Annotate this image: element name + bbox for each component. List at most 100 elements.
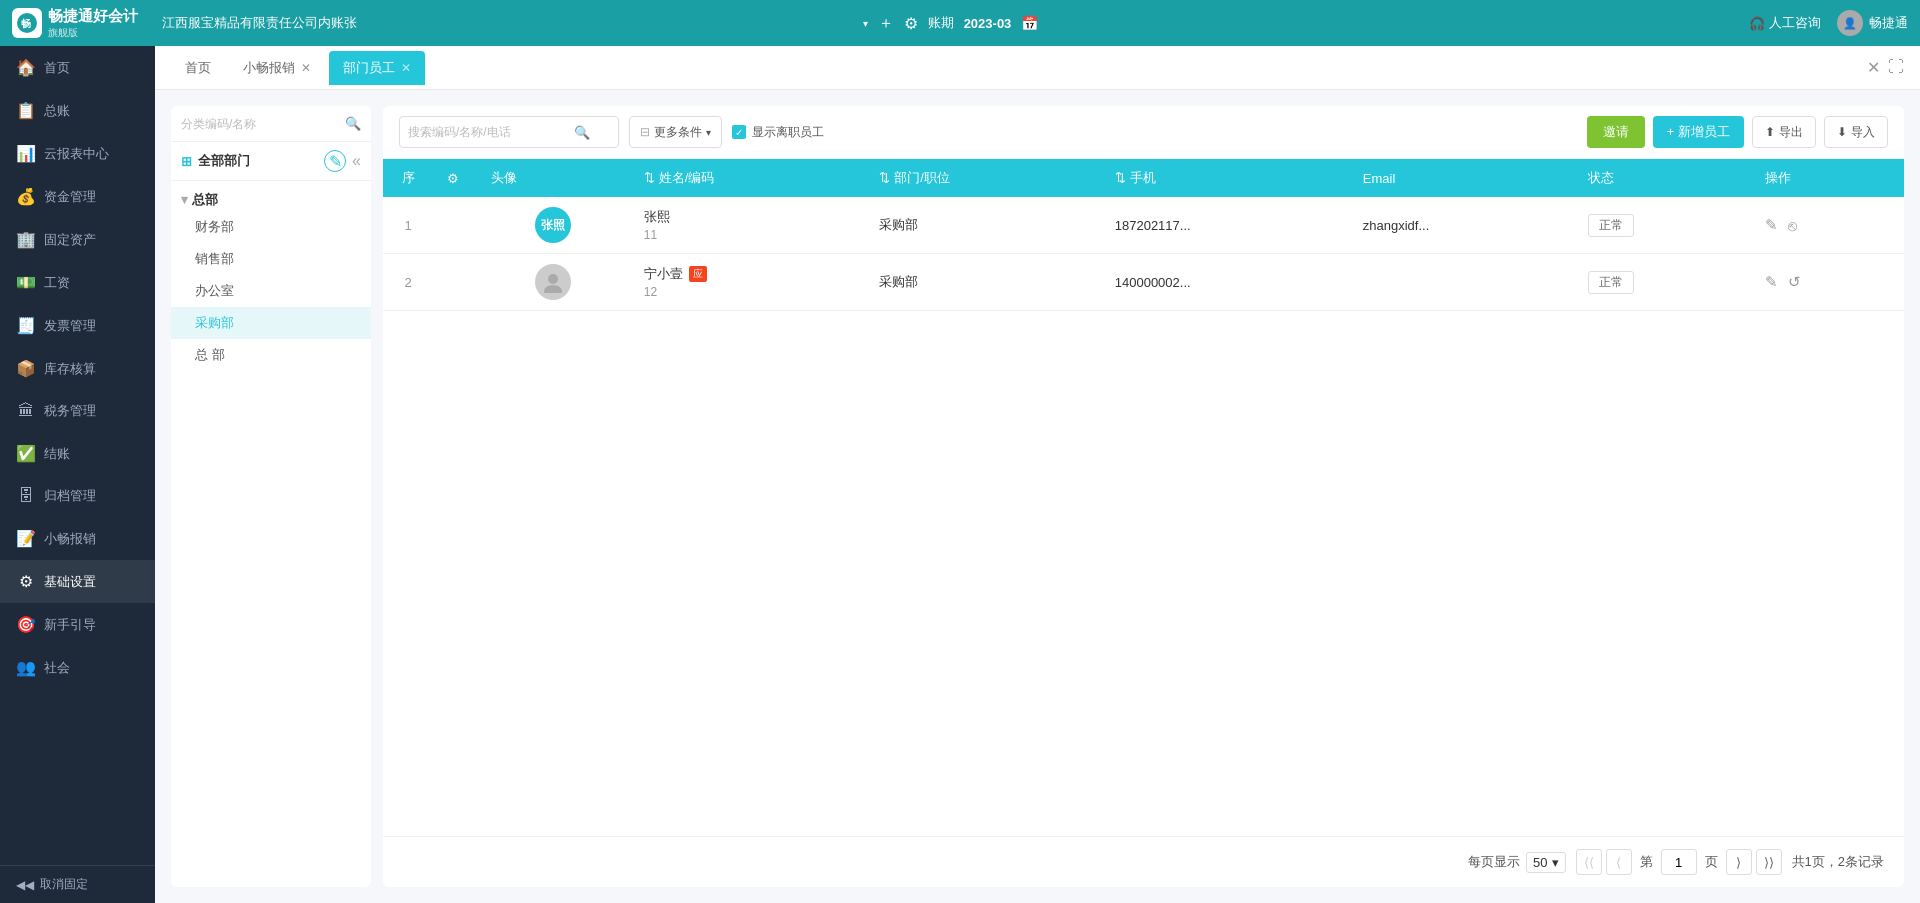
dept-item-sales[interactable]: 销售部 [171,243,371,275]
add-icon[interactable]: ＋ [878,13,894,34]
sidebar-item-label: 库存核算 [44,360,96,378]
tab-expense-close-icon[interactable]: ✕ [301,61,311,75]
company-dropdown-icon[interactable]: ▾ [863,18,868,29]
last-page-button[interactable]: ⟩⟩ [1756,849,1782,875]
dept-edit-icon[interactable]: ✎ [324,150,346,172]
sort-icon: ⇅ [1115,170,1126,185]
archive-icon: 🗄 [16,487,36,505]
dept-item-finance[interactable]: 财务部 [171,211,371,243]
sidebar-item-close-account[interactable]: ✅ 结账 [0,432,155,475]
sidebar-item-salary[interactable]: 💵 工资 [0,261,155,304]
dept-search-icon[interactable]: 🔍 [345,116,361,131]
sidebar: 🏠 首页 📋 总账 📊 云报表中心 💰 资金管理 🏢 固定资产 💵 工资 🧾 发… [0,46,155,903]
headset-icon: 🎧 [1749,16,1765,31]
next-page-button[interactable]: ⟩ [1726,849,1752,875]
more-filter-button[interactable]: ⊟ 更多条件 ▾ [629,116,722,148]
tab-close-button[interactable]: ✕ [1867,58,1880,77]
assets-icon: 🏢 [16,230,36,249]
inventory-icon: 📦 [16,359,36,378]
page-label: 第 [1640,853,1653,871]
logo-area: 畅 畅捷通好会计 旗舰版 [12,7,152,40]
table-panel: 🔍 ⊟ 更多条件 ▾ ✓ 显示离职员工 邀请 + 新增员工 [383,106,1904,887]
tab-expense[interactable]: 小畅报销 ✕ [229,51,325,85]
sidebar-item-funds[interactable]: 💰 资金管理 [0,175,155,218]
sidebar-item-label: 基础设置 [44,573,96,591]
row-checkbox-cell [433,197,477,254]
calendar-icon[interactable]: 📅 [1021,15,1038,31]
period-value: 2023-03 [964,16,1012,31]
sidebar-item-inventory[interactable]: 📦 库存核算 [0,347,155,390]
row-name-cell: 张熙 11 [630,197,865,254]
import-button[interactable]: ⬇ 导入 [1824,116,1888,148]
add-employee-button[interactable]: + 新增员工 [1653,116,1744,148]
invite-button[interactable]: 邀请 [1587,116,1645,148]
home-icon: 🏠 [16,58,36,77]
sidebar-item-label: 税务管理 [44,402,96,420]
tab-home[interactable]: 首页 [171,51,225,85]
sidebar-item-label: 总账 [44,102,70,120]
tab-dept-close-icon[interactable]: ✕ [401,61,411,75]
logout-icon-1[interactable]: ⎋ [1788,217,1797,234]
sidebar-item-label: 首页 [44,59,70,77]
sidebar-item-invoice[interactable]: 🧾 发票管理 [0,304,155,347]
dept-group-headquarters: ▾总部 [171,187,371,211]
settings-sidebar-icon: ⚙ [16,572,36,591]
page-input[interactable] [1661,849,1697,875]
sidebar-item-home[interactable]: 🏠 首页 [0,46,155,89]
sidebar-item-archive[interactable]: 🗄 归档管理 [0,475,155,517]
edit-icon-1[interactable]: ✎ [1765,216,1778,234]
settings-icon[interactable]: ⚙ [904,14,918,33]
page-nav: ⟨⟨ ⟨ 第 页 ⟩ ⟩⟩ [1576,849,1782,875]
export-button[interactable]: ⬆ 导出 [1752,116,1816,148]
cancel-pin-button[interactable]: ◀◀ 取消固定 [0,865,155,903]
col-email: Email [1349,159,1575,197]
table-row: 2 宁小壹 [383,254,1904,311]
sidebar-item-ledger[interactable]: 📋 总账 [0,89,155,132]
row-email-cell-1: zhangxidf... [1349,197,1575,254]
filter-icon: ⊟ [640,125,650,139]
col-dept[interactable]: ⇅部门/职位 [865,159,1100,197]
tab-dept-employee[interactable]: 部门员工 ✕ [329,51,425,85]
first-page-button[interactable]: ⟨⟨ [1576,849,1602,875]
show-resigned-toggle[interactable]: ✓ 显示离职员工 [732,124,824,141]
col-name[interactable]: ⇅姓名/编码 [630,159,865,197]
sidebar-item-expense[interactable]: 📝 小畅报销 [0,517,155,560]
dept-item-general[interactable]: 总 部 [171,339,371,371]
ledger-icon: 📋 [16,101,36,120]
col-settings-icon[interactable]: ⚙ [447,171,459,186]
edit-icon-2[interactable]: ✎ [1765,273,1778,291]
service-button[interactable]: 🎧 人工咨询 [1749,14,1821,32]
per-page-dropdown[interactable]: 50 ▾ [1526,852,1565,873]
dept-header-left: ⊞ 全部部门 [181,152,250,170]
user-info[interactable]: 👤 畅捷通 [1837,10,1908,36]
col-phone[interactable]: ⇅手机 [1101,159,1349,197]
sidebar-item-assets[interactable]: 🏢 固定资产 [0,218,155,261]
tabs-bar: 首页 小畅报销 ✕ 部门员工 ✕ ✕ ⛶ [155,46,1920,90]
dept-search-input[interactable] [181,117,339,131]
tab-expense-label: 小畅报销 [243,59,295,77]
sidebar-item-tax[interactable]: 🏛 税务管理 [0,390,155,432]
row-status-cell-1: 正常 [1574,197,1751,254]
prev-page-button[interactable]: ⟨ [1606,849,1632,875]
dept-collapse-icon[interactable]: « [352,152,361,170]
dept-item-purchasing[interactable]: 采购部 [171,307,371,339]
sidebar-item-reports[interactable]: 📊 云报表中心 [0,132,155,175]
show-resigned-checkbox[interactable]: ✓ [732,125,746,139]
main-layout: 🏠 首页 📋 总账 📊 云报表中心 💰 资金管理 🏢 固定资产 💵 工资 🧾 发… [0,46,1920,903]
row-actions-cell-1: ✎ ⎋ [1751,197,1904,254]
sort-icon: ⇅ [879,170,890,185]
col-settings: ⚙ [433,159,477,197]
salary-icon: 💵 [16,273,36,292]
content-area: 首页 小畅报销 ✕ 部门员工 ✕ ✕ ⛶ 🔍 [155,46,1920,903]
sidebar-item-label: 社会 [44,659,70,677]
employee-search-input[interactable] [408,125,568,139]
sidebar-item-social[interactable]: 👥 社会 [0,646,155,689]
row-dept-cell-1: 采购部 [865,197,1100,254]
refresh-icon-2[interactable]: ↺ [1788,273,1801,291]
sidebar-item-settings[interactable]: ⚙ 基础设置 [0,560,155,603]
row-phone-cell-2: 140000002... [1101,254,1349,311]
sidebar-item-guide[interactable]: 🎯 新手引导 [0,603,155,646]
tab-expand-button[interactable]: ⛶ [1888,58,1904,77]
employee-search-icon[interactable]: 🔍 [574,125,590,140]
dept-item-office[interactable]: 办公室 [171,275,371,307]
